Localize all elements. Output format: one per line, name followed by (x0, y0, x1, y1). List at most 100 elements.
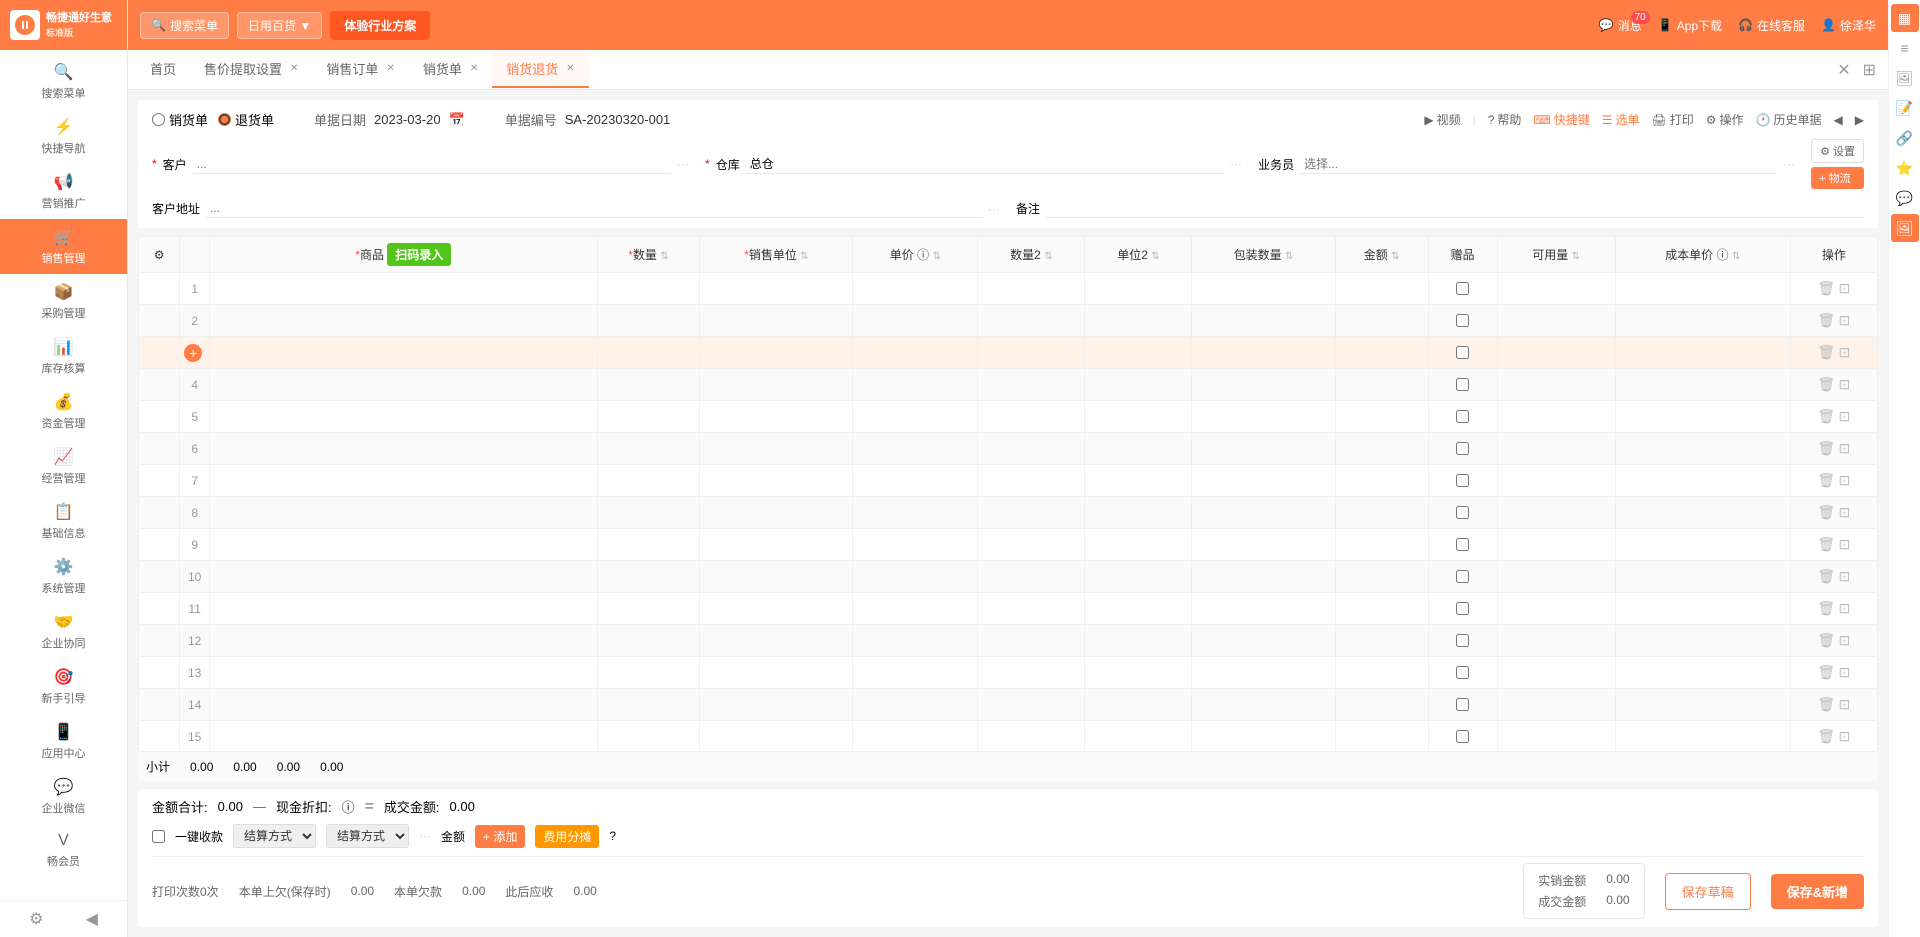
row-gift-3[interactable] (1428, 337, 1497, 369)
row-sales-unit-5[interactable] (700, 401, 853, 433)
row-package-qty-13[interactable] (1192, 657, 1335, 689)
row-unit-price-2[interactable] (853, 305, 978, 337)
row-gift-13[interactable] (1428, 657, 1497, 689)
row-unit2-8[interactable] (1085, 497, 1192, 529)
sidebar-item-search[interactable]: 🔍 搜索菜单 (0, 54, 127, 109)
sidebar-item-system[interactable]: ⚙️ 系统管理 (0, 549, 127, 604)
copy-row-icon-12[interactable]: ⊡ (1839, 632, 1851, 648)
one-click-payment-checkbox[interactable] (152, 830, 165, 843)
row-unit2-10[interactable] (1085, 561, 1192, 593)
copy-row-icon-4[interactable]: ⊡ (1839, 376, 1851, 392)
row-available-7[interactable] (1497, 465, 1615, 497)
product-input-9[interactable] (214, 537, 592, 552)
row-unit-price-5[interactable] (853, 401, 978, 433)
photo-btn[interactable]: 🖼 (1891, 64, 1919, 92)
experience-btn[interactable]: 体验行业方案 (330, 11, 430, 40)
online-service-btn[interactable]: 🎧 在线客服 (1738, 17, 1805, 34)
row-cost-price-6[interactable] (1615, 433, 1790, 465)
salesperson-search-btn[interactable]: ··· (1783, 157, 1795, 171)
toolbar-history-btn[interactable]: 🕐 历史单据 (1756, 111, 1822, 128)
row-unit2-14[interactable] (1085, 689, 1192, 721)
copy-row-icon-7[interactable]: ⊡ (1839, 472, 1851, 488)
row-sales-unit-13[interactable] (700, 657, 853, 689)
row-cost-price-10[interactable] (1615, 561, 1790, 593)
row-available-1[interactable] (1497, 273, 1615, 305)
row-amount-10[interactable] (1335, 561, 1428, 593)
copy-row-icon-8[interactable]: ⊡ (1839, 504, 1851, 520)
gift-checkbox-11[interactable] (1456, 602, 1469, 615)
toolbar-help-btn[interactable]: ? 帮助 (1488, 111, 1522, 128)
row-available-8[interactable] (1497, 497, 1615, 529)
copy-row-icon-3[interactable]: ⊡ (1839, 344, 1851, 360)
row-package-qty-8[interactable] (1192, 497, 1335, 529)
gift-checkbox-2[interactable] (1456, 314, 1469, 327)
tab-sales-delivery-close[interactable]: ✕ (470, 63, 478, 74)
row-unit-price-14[interactable] (853, 689, 978, 721)
row-available-2[interactable] (1497, 305, 1615, 337)
toolbar-video-btn[interactable]: ▶ 视频 (1424, 111, 1460, 128)
row-package-qty-9[interactable] (1192, 529, 1335, 561)
row-product-11[interactable] (210, 593, 597, 625)
copy-row-icon-5[interactable]: ⊡ (1839, 408, 1851, 424)
row-unit-price-11[interactable] (853, 593, 978, 625)
link-btn[interactable]: 🔗 (1891, 124, 1919, 152)
row-qty2-5[interactable] (978, 401, 1085, 433)
row-package-qty-7[interactable] (1192, 465, 1335, 497)
row-package-qty-12[interactable] (1192, 625, 1335, 657)
row-unit-price-1[interactable] (853, 273, 978, 305)
copy-row-icon-15[interactable]: ⊡ (1839, 728, 1851, 744)
row-unit-price-15[interactable] (853, 721, 978, 752)
sidebar-item-appcenter[interactable]: 📱 应用中心 (0, 714, 127, 769)
gift-checkbox-6[interactable] (1456, 442, 1469, 455)
row-qty-4[interactable] (597, 369, 700, 401)
row-unit-price-13[interactable] (853, 657, 978, 689)
tab-home[interactable]: 首页 (136, 51, 190, 88)
row-qty-9[interactable] (597, 529, 700, 561)
row-unit2-12[interactable] (1085, 625, 1192, 657)
sidebar-item-member[interactable]: V 畅会员 (0, 824, 127, 877)
row-product-1[interactable] (210, 273, 597, 305)
row-available-12[interactable] (1497, 625, 1615, 657)
row-package-qty-2[interactable] (1192, 305, 1335, 337)
address-input[interactable] (206, 199, 982, 218)
row-gift-2[interactable] (1428, 305, 1497, 337)
row-product-14[interactable] (210, 689, 597, 721)
tab-sales-return-close[interactable]: ✕ (566, 63, 574, 74)
row-available-4[interactable] (1497, 369, 1615, 401)
chat-btn[interactable]: 💬 (1891, 184, 1919, 212)
return-radio-input[interactable] (218, 113, 231, 126)
row-cost-price-8[interactable] (1615, 497, 1790, 529)
toolbar-print-btn[interactable]: 🖨 打印 (1652, 111, 1694, 128)
topbar-industry-selector[interactable]: 日用百货 ▼ (237, 12, 322, 39)
row-available-15[interactable] (1497, 721, 1615, 752)
gift-checkbox-4[interactable] (1456, 378, 1469, 391)
row-product-2[interactable] (210, 305, 597, 337)
sidebar-item-inventory[interactable]: 📊 库存核算 (0, 329, 127, 384)
product-input-3[interactable] (214, 345, 592, 360)
warehouse-search-btn[interactable]: ··· (1230, 157, 1242, 171)
row-gift-10[interactable] (1428, 561, 1497, 593)
row-qty2-9[interactable] (978, 529, 1085, 561)
gift-checkbox-15[interactable] (1456, 730, 1469, 743)
tab-sales-delivery[interactable]: 销货单 ✕ (409, 51, 492, 88)
row-qty-10[interactable] (597, 561, 700, 593)
row-amount-4[interactable] (1335, 369, 1428, 401)
product-input-12[interactable] (214, 633, 592, 648)
toolbar-operations-btn[interactable]: ⚙ 操作 (1706, 111, 1744, 128)
row-sales-unit-4[interactable] (700, 369, 853, 401)
delete-row-icon-2[interactable]: 🗑 (1817, 312, 1835, 328)
row-qty-6[interactable] (597, 433, 700, 465)
row-available-11[interactable] (1497, 593, 1615, 625)
message-btn[interactable]: 💬 消息 70 (1599, 17, 1642, 34)
note-input[interactable] (1046, 199, 1864, 218)
delete-row-icon-3[interactable]: 🗑 (1817, 344, 1835, 360)
delete-row-icon-15[interactable]: 🗑 (1817, 728, 1835, 744)
row-qty2-4[interactable] (978, 369, 1085, 401)
row-qty-11[interactable] (597, 593, 700, 625)
row-product-4[interactable] (210, 369, 597, 401)
row-available-6[interactable] (1497, 433, 1615, 465)
sidebar-item-basicinfo[interactable]: 📋 基础信息 (0, 494, 127, 549)
fee-split-btn[interactable]: 费用分摊 (535, 825, 599, 848)
delete-row-icon-4[interactable]: 🗑 (1817, 376, 1835, 392)
row-available-13[interactable] (1497, 657, 1615, 689)
